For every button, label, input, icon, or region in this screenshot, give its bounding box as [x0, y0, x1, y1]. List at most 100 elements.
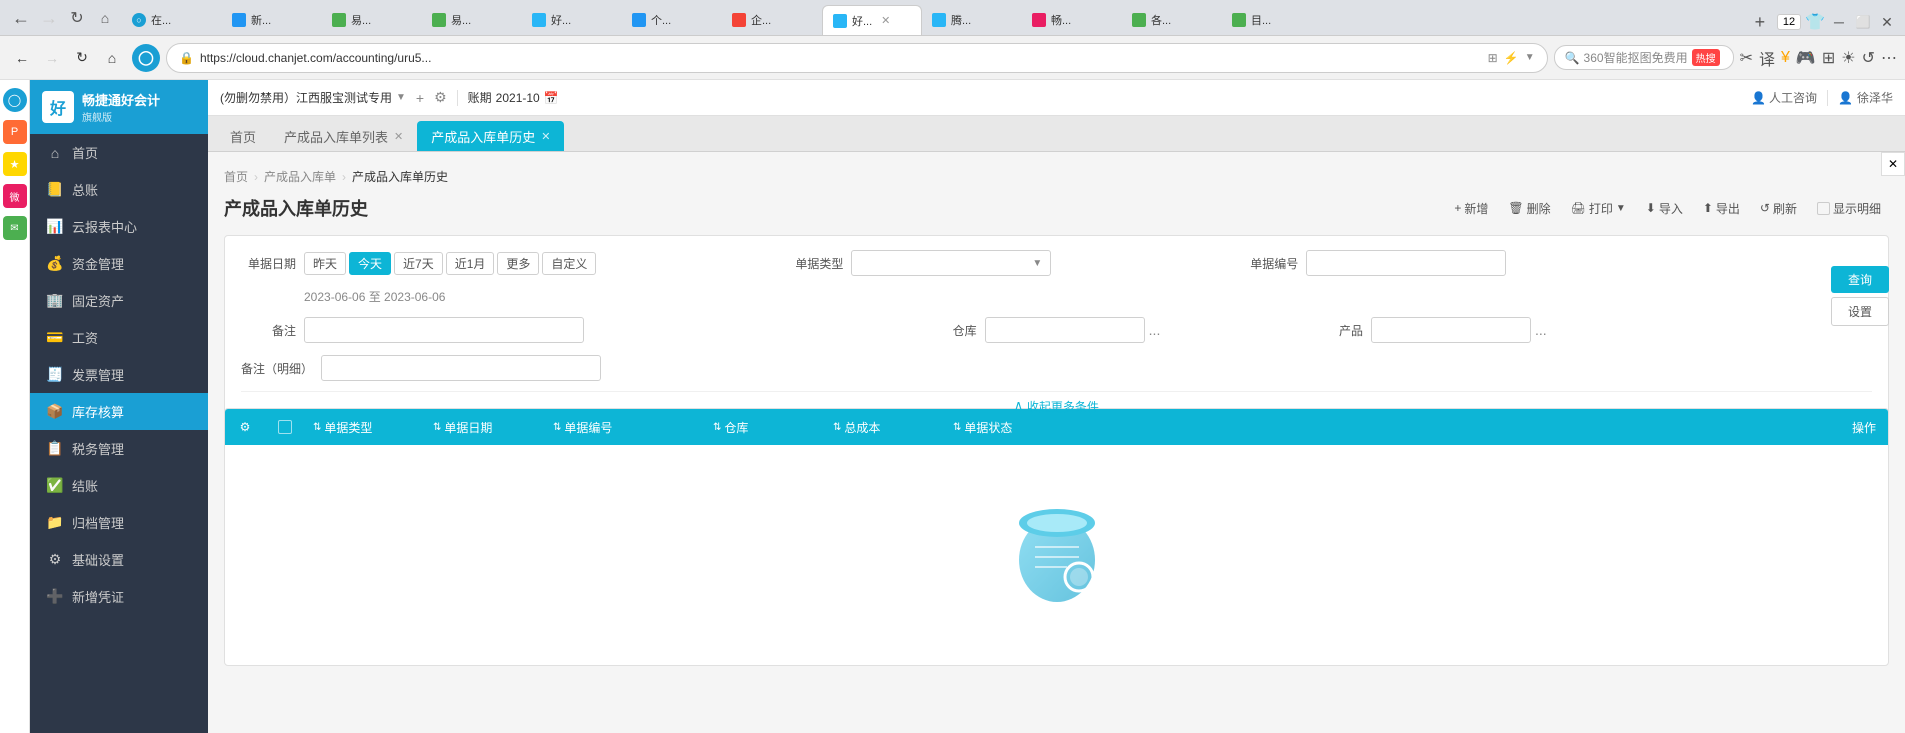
- breadcrumb-item-1[interactable]: 首页: [224, 168, 248, 185]
- browser-tab-12[interactable]: 目...: [1222, 5, 1322, 35]
- show-columns-checkbox[interactable]: 显示明细: [1809, 197, 1889, 220]
- scissors-icon[interactable]: ✂: [1740, 48, 1753, 68]
- breadcrumb-item-2[interactable]: 产成品入库单: [264, 168, 336, 185]
- page-tab-list[interactable]: 产成品入库单列表 ✕: [270, 121, 417, 151]
- mini-icon-3[interactable]: ★: [3, 152, 27, 176]
- company-settings-button[interactable]: ⚙: [434, 89, 447, 106]
- settings-icon[interactable]: ⋯: [1881, 48, 1897, 68]
- brightness-icon[interactable]: ☀: [1841, 48, 1855, 68]
- th-type[interactable]: ⇅ 单据类型: [305, 419, 425, 436]
- bill-number-input[interactable]: [1306, 250, 1506, 276]
- date-btn-yesterday[interactable]: 昨天: [304, 252, 346, 275]
- setting-button[interactable]: 设置: [1831, 297, 1889, 326]
- checkbox-all[interactable]: [278, 420, 292, 434]
- forward-button[interactable]: →: [36, 5, 62, 31]
- mini-icon-2[interactable]: P: [3, 120, 27, 144]
- date-btn-more[interactable]: 更多: [497, 252, 539, 275]
- browser-tab-1[interactable]: ○ 在...: [122, 5, 222, 35]
- sidebar-item-salary[interactable]: 💳 工资: [30, 319, 208, 356]
- th-check[interactable]: [265, 420, 305, 434]
- sidebar-item-report[interactable]: 📊 云报表中心: [30, 208, 208, 245]
- print-button[interactable]: 🖨 打印 ▼: [1563, 197, 1634, 220]
- product-dots-icon[interactable]: ...: [1535, 322, 1547, 338]
- th-number[interactable]: ⇅ 单据编号: [545, 419, 705, 436]
- back-nav-button[interactable]: ←: [8, 44, 36, 72]
- support-button[interactable]: 👤 人工咨询: [1751, 89, 1817, 106]
- new-button[interactable]: + 新增: [1446, 197, 1496, 220]
- th-status[interactable]: ⇅ 单据状态: [945, 419, 1065, 436]
- delete-button[interactable]: 🗑 删除: [1500, 197, 1558, 220]
- warehouse-dots-icon[interactable]: ...: [1149, 322, 1161, 338]
- mini-icon-5[interactable]: ✉: [3, 216, 27, 240]
- refresh-browser-button[interactable]: ↻: [64, 5, 90, 31]
- sidebar-item-checkout[interactable]: ✅ 结账: [30, 467, 208, 504]
- sidebar-item-inventory[interactable]: 📦 库存核算: [30, 393, 208, 430]
- product-input[interactable]: [1371, 317, 1531, 343]
- maximize-button[interactable]: ⬜: [1853, 12, 1873, 32]
- mini-icon-4[interactable]: 微: [3, 184, 27, 208]
- url-bar[interactable]: 🔒 https://cloud.chanjet.com/accounting/u…: [166, 43, 1548, 73]
- th-setting[interactable]: ⚙: [225, 420, 265, 434]
- new-tab-button[interactable]: +: [1747, 9, 1773, 35]
- search-toolbar[interactable]: 🔍 360智能抠图免费用 热搜: [1554, 45, 1734, 70]
- th-cost[interactable]: ⇅ 总成本: [825, 419, 945, 436]
- panel-close-button[interactable]: ✕: [1881, 152, 1905, 176]
- page-tab-history-close[interactable]: ✕: [541, 130, 550, 143]
- sidebar-item-home[interactable]: ⌂ 首页: [30, 134, 208, 171]
- sidebar-item-invoice[interactable]: 🧾 发票管理: [30, 356, 208, 393]
- sidebar-item-ledger[interactable]: 📒 总账: [30, 171, 208, 208]
- sidebar-item-archive[interactable]: 📁 归档管理: [30, 504, 208, 541]
- forward-nav-button[interactable]: →: [38, 44, 66, 72]
- browser-tab-2[interactable]: 新...: [222, 5, 322, 35]
- apps-icon[interactable]: ⊞: [1822, 48, 1835, 68]
- tab-8-close[interactable]: ✕: [881, 14, 890, 27]
- refresh-page-button[interactable]: ↺ 刷新: [1752, 197, 1805, 220]
- minimize-button[interactable]: ─: [1829, 12, 1849, 32]
- sidebar-item-asset[interactable]: 🏢 固定资产: [30, 282, 208, 319]
- sidebar-item-capital[interactable]: 💰 资金管理: [30, 245, 208, 282]
- date-btn-custom[interactable]: 自定义: [542, 252, 596, 275]
- date-btn-7days[interactable]: 近7天: [394, 252, 443, 275]
- close-window-button[interactable]: ✕: [1877, 12, 1897, 32]
- page-tab-history[interactable]: 产成品入库单历史 ✕: [417, 121, 564, 151]
- page-tab-home[interactable]: 首页: [216, 121, 270, 151]
- calendar-icon[interactable]: 📅: [544, 91, 559, 105]
- browser-tab-8[interactable]: 好... ✕: [822, 5, 922, 35]
- game-icon[interactable]: 🎮: [1796, 48, 1816, 68]
- warehouse-input[interactable]: [985, 317, 1145, 343]
- sidebar-item-settings[interactable]: ⚙ 基础设置: [30, 541, 208, 578]
- bill-type-dropdown[interactable]: ▼: [851, 250, 1051, 276]
- browser-tab-10[interactable]: 畅...: [1022, 5, 1122, 35]
- home-nav-button[interactable]: ⌂: [98, 44, 126, 72]
- browser-tab-3[interactable]: 易...: [322, 5, 422, 35]
- import-button[interactable]: ⬇ 导入: [1638, 197, 1691, 220]
- add-company-button[interactable]: +: [416, 90, 424, 106]
- browser-tab-4[interactable]: 易...: [422, 5, 522, 35]
- home-browser-button[interactable]: ⌂: [92, 5, 118, 31]
- back-button[interactable]: ←: [8, 5, 34, 31]
- browser-tab-11[interactable]: 各...: [1122, 5, 1222, 35]
- browser-tab-7[interactable]: 企...: [722, 5, 822, 35]
- dropdown-arrow-icon[interactable]: ▼: [1525, 52, 1535, 63]
- date-btn-today[interactable]: 今天: [349, 252, 391, 275]
- sidebar-item-tax[interactable]: 📋 税务管理: [30, 430, 208, 467]
- browser-tab-6[interactable]: 个...: [622, 5, 722, 35]
- query-button[interactable]: 查询: [1831, 266, 1889, 293]
- tab-count-badge[interactable]: 12: [1777, 14, 1801, 30]
- mini-icon-1[interactable]: ◯: [3, 88, 27, 112]
- page-tab-list-close[interactable]: ✕: [394, 130, 403, 143]
- sidebar-item-newbill[interactable]: ➕ 新增凭证: [30, 578, 208, 615]
- export-button[interactable]: ⬆ 导出: [1695, 197, 1748, 220]
- browser-tab-9[interactable]: 腾...: [922, 5, 1022, 35]
- sync-icon[interactable]: ↺: [1862, 48, 1875, 68]
- note-detail-input[interactable]: [321, 355, 601, 381]
- user-avatar[interactable]: 👤 徐泽华: [1838, 89, 1893, 106]
- yuan-icon[interactable]: ¥: [1781, 49, 1790, 67]
- browser-tab-5[interactable]: 好...: [522, 5, 622, 35]
- company-selector[interactable]: (勿删勿禁用）江西服宝测试专用 ▼: [220, 89, 406, 106]
- translate-icon[interactable]: 译: [1759, 46, 1775, 70]
- refresh-nav-button[interactable]: ↻: [68, 44, 96, 72]
- note-input[interactable]: [304, 317, 584, 343]
- th-warehouse[interactable]: ⇅ 仓库: [705, 419, 825, 436]
- th-date[interactable]: ⇅ 单据日期: [425, 419, 545, 436]
